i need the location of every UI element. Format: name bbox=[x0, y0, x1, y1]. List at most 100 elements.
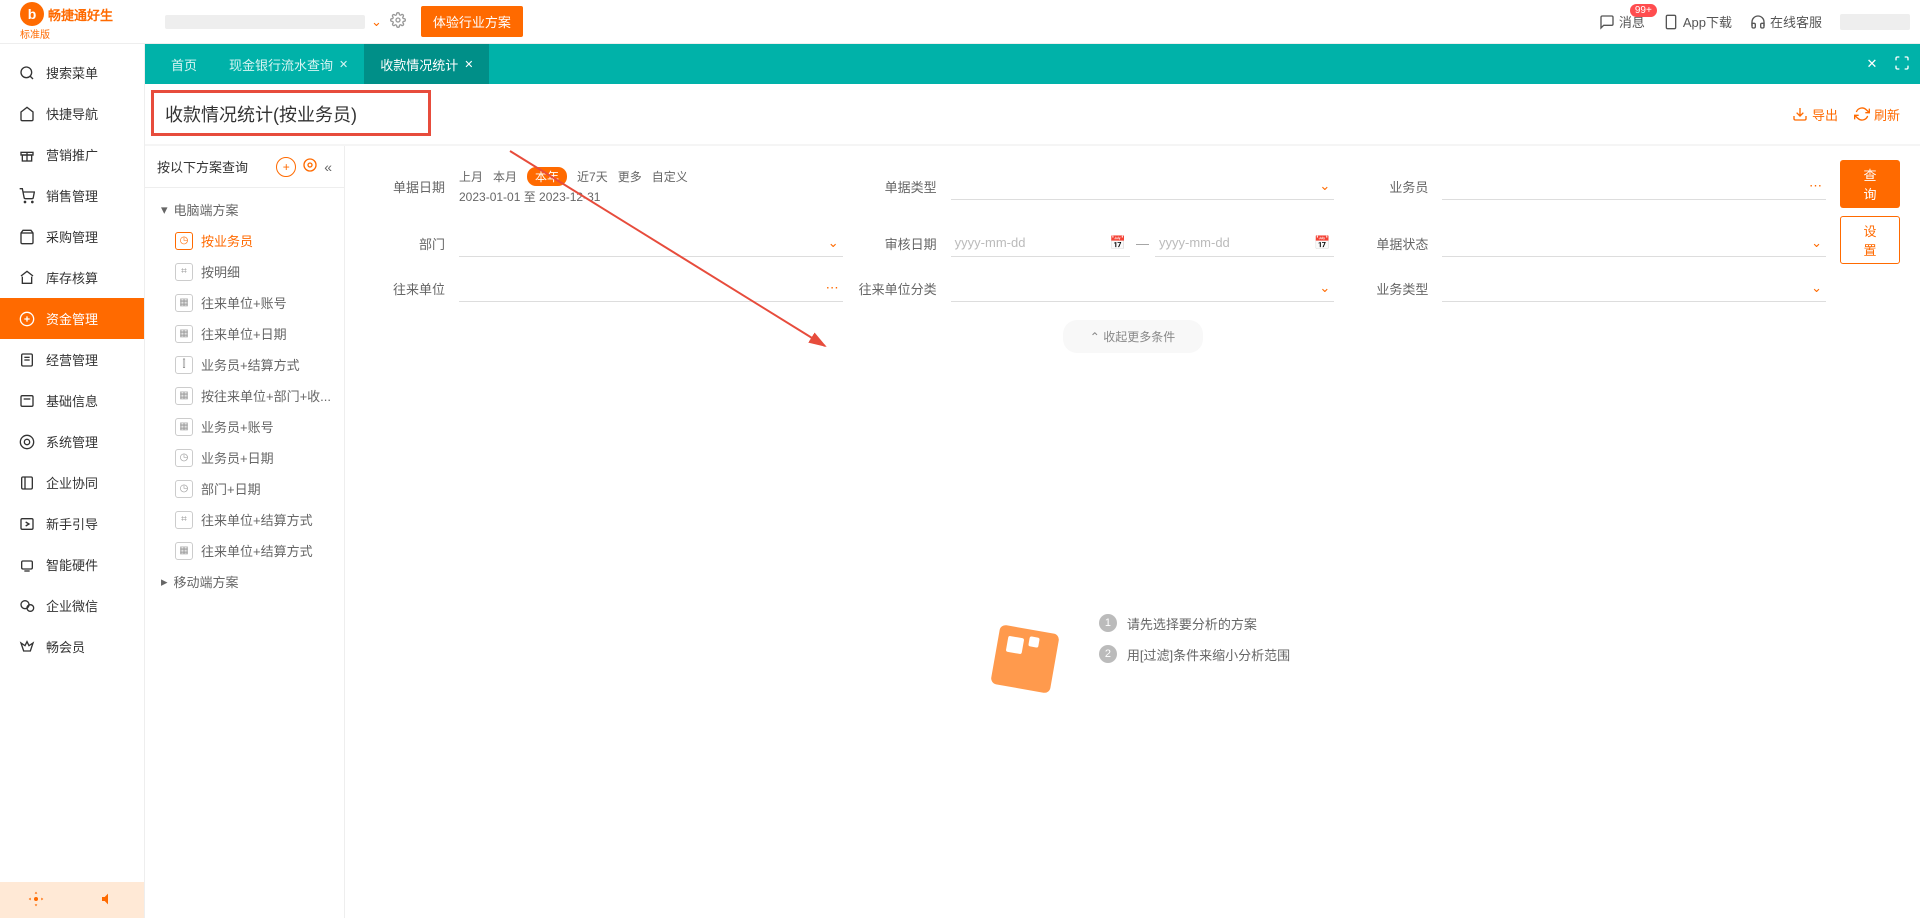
doc-status-select[interactable]: ⌄ bbox=[1442, 229, 1826, 257]
sound-icon[interactable] bbox=[100, 891, 116, 910]
date-label: 单据日期 bbox=[365, 177, 445, 196]
step-2: 2 用[过滤]条件来缩小分析范围 bbox=[1099, 645, 1290, 664]
tab-label: 首页 bbox=[171, 55, 197, 74]
salesman-input[interactable]: ⋯ bbox=[1442, 172, 1826, 200]
date-tab-3[interactable]: 近7天 bbox=[577, 168, 608, 185]
sidebar-item-doc[interactable]: 经营管理 bbox=[0, 339, 144, 380]
sidebar-item-info[interactable]: 基础信息 bbox=[0, 380, 144, 421]
sidebar-item-corp[interactable]: 企业协同 bbox=[0, 462, 144, 503]
guide-icon bbox=[18, 515, 36, 533]
sidebar-item-sys[interactable]: 系统管理 bbox=[0, 421, 144, 462]
collapse-conditions[interactable]: ⌃ 收起更多条件 bbox=[1063, 320, 1203, 353]
date-tab-2[interactable]: 本年 bbox=[527, 167, 567, 186]
tab-0[interactable]: 首页 bbox=[155, 44, 213, 84]
scheme-group[interactable]: ▾电脑端方案 bbox=[145, 194, 344, 225]
sidebar-item-vip[interactable]: 畅会员 bbox=[0, 626, 144, 667]
chart-icon: ⌗ bbox=[175, 511, 193, 529]
setting-button[interactable]: 设置 bbox=[1840, 216, 1900, 264]
sidebar-item-label: 销售管理 bbox=[46, 186, 98, 205]
sidebar-item-stock[interactable]: 库存核算 bbox=[0, 257, 144, 298]
close-all-icon[interactable]: ✕ bbox=[1858, 50, 1886, 78]
scheme-item-label: 往来单位+账号 bbox=[201, 293, 287, 312]
sidebar-item-wx[interactable]: 企业微信 bbox=[0, 585, 144, 626]
tab-1[interactable]: 现金银行流水查询 ✕ bbox=[213, 44, 364, 84]
vip-icon bbox=[18, 638, 36, 656]
scheme-item[interactable]: ⌗往来单位+结算方式 bbox=[145, 504, 344, 535]
scheme-group-label: 电脑端方案 bbox=[174, 200, 239, 219]
add-scheme-icon[interactable]: + bbox=[276, 157, 296, 177]
gear-icon[interactable] bbox=[390, 12, 406, 31]
scheme-item[interactable]: ◷业务员+日期 bbox=[145, 442, 344, 473]
scheme-item-label: 按业务员 bbox=[201, 231, 253, 250]
sidebar-item-home[interactable]: 快捷导航 bbox=[0, 93, 144, 134]
clock-icon: ◷ bbox=[175, 449, 193, 467]
scheme-item-label: 业务员+结算方式 bbox=[201, 355, 300, 374]
home-icon bbox=[18, 105, 36, 123]
collapse-panel-icon[interactable]: « bbox=[324, 159, 332, 175]
scheme-item[interactable]: ◷ 部门+日期 bbox=[145, 473, 344, 504]
partner-input[interactable]: ⋯ bbox=[459, 274, 843, 302]
export-label: 导出 bbox=[1812, 105, 1838, 124]
tab-label: 现金银行流水查询 bbox=[229, 55, 333, 74]
sidebar-item-guide[interactable]: 新手引导 bbox=[0, 503, 144, 544]
audit-date-to[interactable]: yyyy-mm-dd📅 bbox=[1155, 229, 1334, 257]
sidebar-item-bag[interactable]: 采购管理 bbox=[0, 216, 144, 257]
date-tab-4[interactable]: 更多 bbox=[618, 168, 642, 185]
sidebar-item-search[interactable]: 搜索菜单 bbox=[0, 52, 144, 93]
sidebar-item-money[interactable]: 资金管理 bbox=[0, 298, 144, 339]
scheme-item[interactable]: ⫿业务员+结算方式 bbox=[145, 349, 344, 380]
dept-select[interactable]: ⌄ bbox=[459, 229, 843, 257]
audit-date-from[interactable]: yyyy-mm-dd📅 bbox=[951, 229, 1130, 257]
doc-type-select[interactable]: ⌄ bbox=[951, 172, 1335, 200]
app-download-link[interactable]: App下载 bbox=[1663, 12, 1732, 31]
fullscreen-icon[interactable] bbox=[1894, 55, 1910, 74]
tab-close-icon[interactable]: ✕ bbox=[339, 58, 348, 71]
partner-cat-label: 往来单位分类 bbox=[857, 279, 937, 298]
money-icon bbox=[18, 310, 36, 328]
refresh-button[interactable]: 刷新 bbox=[1854, 105, 1900, 124]
scheme-item[interactable]: ⌗按明细 bbox=[145, 256, 344, 287]
search-icon bbox=[18, 64, 36, 82]
tab-2[interactable]: 收款情况统计✕ bbox=[364, 44, 489, 84]
edition-label: 标准版 bbox=[20, 26, 50, 41]
page-title: 收款情况统计(按业务员) bbox=[165, 101, 357, 127]
stock-icon bbox=[18, 269, 36, 287]
grid-icon: ▦ bbox=[175, 294, 193, 312]
scheme-item[interactable]: ▦往来单位+日期 bbox=[145, 318, 344, 349]
scheme-item[interactable]: ▦按往来单位+部门+收... bbox=[145, 380, 344, 411]
scheme-item[interactable]: ▦业务员+账号 bbox=[145, 411, 344, 442]
date-tab-0[interactable]: 上月 bbox=[459, 168, 483, 185]
sidebar-item-label: 快捷导航 bbox=[46, 104, 98, 123]
app-download-label: App下载 bbox=[1683, 12, 1732, 31]
user-area[interactable] bbox=[1840, 14, 1910, 30]
audit-date-label: 审核日期 bbox=[857, 234, 937, 253]
corp-icon bbox=[18, 474, 36, 492]
support-link[interactable]: 在线客服 bbox=[1750, 12, 1822, 31]
tab-close-icon[interactable]: ✕ bbox=[464, 58, 473, 71]
experience-button[interactable]: 体验行业方案 bbox=[421, 6, 523, 37]
query-button[interactable]: 查询 bbox=[1840, 160, 1900, 208]
sidebar-item-gift[interactable]: 营销推广 bbox=[0, 134, 144, 175]
scheme-group[interactable]: ▸移动端方案 bbox=[145, 566, 344, 597]
scheme-gear-icon[interactable] bbox=[302, 157, 318, 176]
sidebar-item-hw[interactable]: 智能硬件 bbox=[0, 544, 144, 585]
scheme-item[interactable]: ▦ 往来单位+账号 bbox=[145, 287, 344, 318]
sidebar-item-cart[interactable]: 销售管理 bbox=[0, 175, 144, 216]
chart-icon: ⌗ bbox=[175, 263, 193, 281]
scheme-panel: 按以下方案查询 + « ▾电脑端方案◷按业务员⌗按明细▦往来单位+账号▦往来单位… bbox=[145, 146, 345, 918]
scheme-item[interactable]: ▦往来单位+结算方式 bbox=[145, 535, 344, 566]
scheme-item[interactable]: ◷按业务员 bbox=[145, 225, 344, 256]
scheme-item-label: 部门+日期 bbox=[201, 479, 261, 498]
date-tab-5[interactable]: 自定义 bbox=[652, 168, 688, 185]
export-button[interactable]: 导出 bbox=[1792, 105, 1838, 124]
clock-icon: ◷ bbox=[175, 480, 193, 498]
biz-type-select[interactable]: ⌄ bbox=[1442, 274, 1826, 302]
date-tab-1[interactable]: 本月 bbox=[493, 168, 517, 185]
company-selector[interactable]: ⌄ bbox=[165, 14, 382, 30]
sidebar-item-label: 采购管理 bbox=[46, 227, 98, 246]
caret-icon: ▸ bbox=[161, 574, 168, 590]
settings-icon[interactable] bbox=[28, 891, 44, 910]
messages-link[interactable]: 消息 99+ bbox=[1599, 12, 1645, 31]
partner-cat-select[interactable]: ⌄ bbox=[951, 274, 1335, 302]
sidebar-item-label: 营销推广 bbox=[46, 145, 98, 164]
